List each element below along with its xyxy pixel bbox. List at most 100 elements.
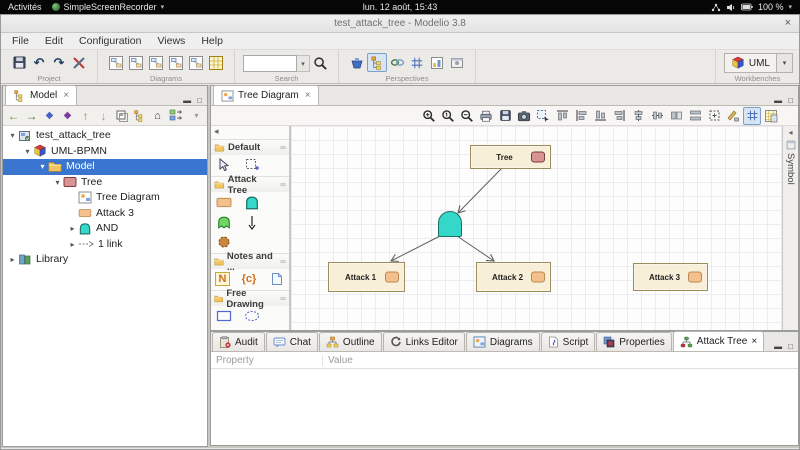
titlebar[interactable]: test_attack_tree - Modelio 3.8 × (1, 15, 799, 33)
expander-icon[interactable]: ▾ (22, 147, 33, 156)
link-with-editor-button[interactable] (131, 107, 148, 124)
expander-icon[interactable]: ▸ (67, 240, 78, 249)
search-dropdown-button[interactable]: ▾ (297, 55, 310, 72)
node-and-gate[interactable] (438, 211, 462, 237)
package-diagram-button[interactable] (126, 53, 146, 72)
distribute-button[interactable] (686, 107, 704, 125)
tab-outline[interactable]: Outline (319, 332, 382, 351)
palette-section-header[interactable]: Default ∞ (211, 140, 289, 155)
app-indicator[interactable]: SimpleScreenRecorder ▾ (52, 2, 165, 12)
property-table-body[interactable] (211, 369, 798, 445)
usecase-diagram-button[interactable] (146, 53, 166, 72)
nav-forward-button[interactable]: → (23, 107, 40, 124)
expander-icon[interactable]: ▾ (37, 162, 48, 171)
close-tab-icon[interactable]: × (305, 90, 311, 101)
and-gate-tool[interactable] (243, 194, 261, 210)
diagram-canvas[interactable]: Tree Attack 1 Attack 2 (291, 126, 782, 330)
perspective-links-button[interactable] (387, 53, 407, 72)
activities-button[interactable]: Activités (8, 2, 42, 12)
expander-icon[interactable]: ▸ (67, 224, 78, 233)
maximize-panel-button[interactable]: □ (197, 96, 202, 105)
filter-tree-button[interactable] (167, 107, 184, 124)
save-diagram-button[interactable] (496, 107, 514, 125)
align-right-button[interactable] (610, 107, 628, 125)
pin-icon[interactable]: ∞ (280, 257, 286, 266)
text-tool[interactable]: A (215, 328, 233, 330)
ellipse-tool[interactable] (243, 308, 261, 324)
node-attack-3[interactable]: Attack 3 (633, 263, 708, 291)
tree-item-link[interactable]: ▸ 1 link (3, 237, 207, 253)
expander-icon[interactable]: ▾ (7, 131, 18, 140)
matrix-diagram-button[interactable] (206, 53, 226, 72)
node-attack-2[interactable]: Attack 2 (476, 262, 551, 292)
attack-node-tool[interactable] (215, 194, 233, 210)
expander-icon[interactable]: ▸ (7, 255, 18, 264)
tab-links-editor[interactable]: Links Editor (383, 332, 465, 351)
select-tool[interactable] (215, 157, 233, 173)
menu-edit[interactable]: Edit (38, 34, 70, 48)
note-tool[interactable]: N (215, 272, 230, 286)
palette-collapse-button[interactable]: ◂ (211, 126, 289, 139)
tab-attack-tree[interactable]: Attack Tree × (673, 331, 764, 351)
tab-audit[interactable]: Audit (212, 332, 265, 351)
rectangle-tool[interactable] (215, 308, 233, 324)
maximize-editor-button[interactable]: □ (788, 96, 793, 105)
format-painter-button[interactable] (724, 107, 742, 125)
pin-icon[interactable]: ∞ (280, 143, 286, 152)
tree-item-attack3[interactable]: Attack 3 (3, 206, 207, 222)
align-bottom-button[interactable] (591, 107, 609, 125)
node-attack-1[interactable]: Attack 1 (328, 262, 405, 292)
perspective-admin-button[interactable] (447, 53, 467, 72)
expander-icon[interactable]: ▾ (52, 178, 63, 187)
tab-properties[interactable]: Properties (596, 332, 672, 351)
align-top-button[interactable] (553, 107, 571, 125)
tab-symbol[interactable]: Symbol (785, 153, 796, 185)
deployment-diagram-button[interactable] (166, 53, 186, 72)
move-up-button[interactable]: ↑ (77, 107, 94, 124)
column-value[interactable]: Value (323, 355, 353, 366)
symbol-sidebar[interactable]: ◂ Symbol (782, 126, 798, 330)
tree-item-tree[interactable]: ▾ Tree (3, 175, 207, 191)
perspective-model-button[interactable] (367, 53, 387, 72)
home-button[interactable]: ⌂ (149, 107, 166, 124)
select-zone-button[interactable] (534, 107, 552, 125)
print-button[interactable] (477, 107, 495, 125)
menu-file[interactable]: File (5, 34, 36, 48)
nav-back-button[interactable]: ← (5, 107, 22, 124)
perspective-edition-button[interactable] (347, 53, 367, 72)
tree-item-uml-bpmn[interactable]: ▾ UML-BPMN (3, 144, 207, 160)
tab-diagrams[interactable]: Diagrams (466, 332, 540, 351)
constraint-tool[interactable]: {c} (240, 271, 258, 287)
line-arrow-tool[interactable]: → (243, 328, 261, 330)
settings-tools-button[interactable] (69, 53, 89, 72)
tab-script[interactable]: Script (541, 332, 596, 351)
redo-button[interactable]: ↷ (49, 53, 69, 72)
perspective-table-button[interactable] (407, 53, 427, 72)
refine-link-tool[interactable] (243, 214, 261, 230)
center-horizontal-button[interactable] (648, 107, 666, 125)
or-gate-tool[interactable] (215, 214, 233, 230)
grid-toggle-button[interactable] (743, 107, 761, 125)
page-setup-button[interactable] (762, 107, 780, 125)
menu-help[interactable]: Help (194, 34, 230, 48)
pin-icon[interactable]: ∞ (280, 180, 286, 189)
tab-tree-diagram[interactable]: Tree Diagram × (213, 85, 319, 105)
related-elements-button[interactable]: ◆ (59, 107, 76, 124)
search-button[interactable] (310, 54, 330, 73)
maximize-panel-button[interactable]: □ (788, 342, 793, 351)
save-project-button[interactable] (9, 53, 29, 72)
minimize-panel-button[interactable]: ▬ (183, 96, 191, 105)
document-tool[interactable] (268, 271, 286, 287)
comment-link-tool[interactable] (215, 234, 233, 250)
perspective-analyst-button[interactable] (427, 53, 447, 72)
align-left-button[interactable] (572, 107, 590, 125)
menu-views[interactable]: Views (150, 34, 192, 48)
activity-diagram-button[interactable] (186, 53, 206, 72)
zoom-out-button[interactable] (458, 107, 476, 125)
palette-section-header[interactable]: Free Drawing ∞ (211, 291, 289, 306)
marquee-tool[interactable] (243, 157, 261, 173)
minimize-panel-button[interactable]: ▬ (774, 342, 782, 351)
node-tree[interactable]: Tree (470, 145, 551, 169)
menu-configuration[interactable]: Configuration (72, 34, 148, 48)
same-size-button[interactable] (667, 107, 685, 125)
